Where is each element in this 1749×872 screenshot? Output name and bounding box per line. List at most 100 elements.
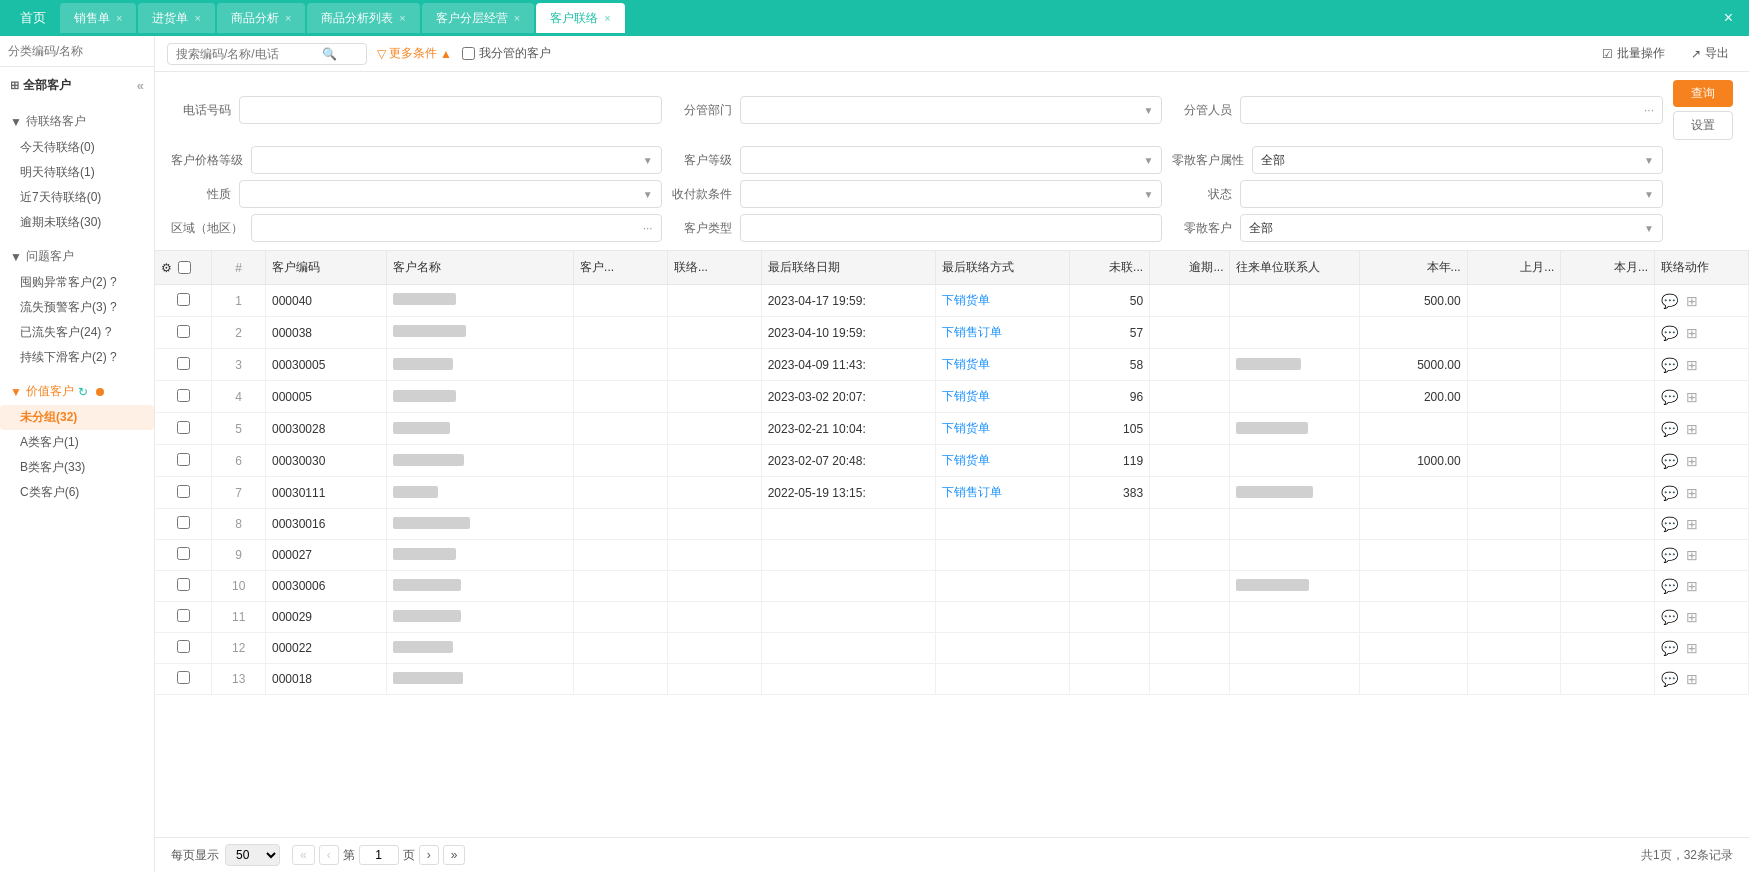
chat-icon[interactable]: 💬	[1661, 640, 1678, 656]
my-customers-check[interactable]	[462, 47, 475, 60]
problem-group-header[interactable]: ▼ 问题客户	[0, 243, 154, 270]
nature-input[interactable]: ▼	[239, 180, 662, 208]
tab-customer-tier-close[interactable]: ×	[514, 12, 520, 24]
sidebar-item-a-class[interactable]: A类客户(1)	[0, 430, 154, 455]
grid-icon[interactable]: ⊞	[1686, 609, 1698, 625]
col-code-header[interactable]: 客户编码	[266, 251, 387, 285]
last-method-link[interactable]: 下销货单	[942, 421, 990, 435]
sidebar-item-ungroup[interactable]: 未分组(32)	[0, 405, 154, 430]
sidebar-item-today[interactable]: 今天待联络(0)	[0, 135, 154, 160]
grid-icon[interactable]: ⊞	[1686, 325, 1698, 341]
row-checkbox[interactable]	[177, 453, 190, 466]
retail-customer-input[interactable]: 全部 ▼	[1240, 214, 1663, 242]
chat-icon[interactable]: 💬	[1661, 421, 1678, 437]
tab-product-analysis-list[interactable]: 商品分析列表 ×	[307, 3, 419, 33]
sidebar-item-lost[interactable]: 已流失客户(24) ?	[0, 320, 154, 345]
chat-icon[interactable]: 💬	[1661, 671, 1678, 687]
tab-sales[interactable]: 销售单 ×	[60, 3, 136, 33]
customer-type-input[interactable]	[740, 214, 1163, 242]
row-checkbox[interactable]	[177, 547, 190, 560]
col-uncontact-header[interactable]: 未联...	[1069, 251, 1149, 285]
col-contact-header[interactable]: 联络...	[667, 251, 761, 285]
refresh-icon[interactable]: ↻	[78, 385, 88, 399]
chat-icon[interactable]: 💬	[1661, 578, 1678, 594]
tab-product-analysis-close[interactable]: ×	[285, 12, 291, 24]
page-number-input[interactable]	[359, 845, 399, 865]
sidebar-item-abnormal[interactable]: 囤购异常客户(2) ?	[0, 270, 154, 295]
filter-search-input[interactable]	[176, 47, 316, 61]
row-checkbox[interactable]	[177, 357, 190, 370]
row-checkbox[interactable]	[177, 640, 190, 653]
row-checkbox[interactable]	[177, 293, 190, 306]
tab-product-analysis[interactable]: 商品分析 ×	[217, 3, 305, 33]
person-input[interactable]: ···	[1240, 96, 1663, 124]
batch-op-btn[interactable]: ☑ 批量操作	[1594, 42, 1673, 65]
tab-product-analysis-list-close[interactable]: ×	[399, 12, 405, 24]
chat-icon[interactable]: 💬	[1661, 547, 1678, 563]
grid-icon[interactable]: ⊞	[1686, 671, 1698, 687]
sidebar-collapse-icon[interactable]: «	[137, 78, 144, 93]
sidebar-item-flow-predict[interactable]: 流失预警客户(3) ?	[0, 295, 154, 320]
tab-sales-close[interactable]: ×	[116, 12, 122, 24]
query-button[interactable]: 查询	[1673, 80, 1733, 107]
last-method-link[interactable]: 下销货单	[942, 293, 990, 307]
first-page-btn[interactable]: «	[292, 845, 315, 865]
chat-icon[interactable]: 💬	[1661, 325, 1678, 341]
row-checkbox[interactable]	[177, 578, 190, 591]
window-close-button[interactable]: ×	[1716, 9, 1741, 27]
last-method-link[interactable]: 下销货单	[942, 453, 990, 467]
grid-icon[interactable]: ⊞	[1686, 640, 1698, 656]
sidebar-item-7days[interactable]: 近7天待联络(0)	[0, 185, 154, 210]
row-checkbox[interactable]	[177, 609, 190, 622]
sidebar-item-holding[interactable]: 持续下滑客户(2) ?	[0, 345, 154, 370]
payment-input[interactable]: ▼	[740, 180, 1163, 208]
all-customers-header[interactable]: ⊞ 全部客户 «	[0, 71, 154, 100]
grid-icon[interactable]: ⊞	[1686, 578, 1698, 594]
row-checkbox[interactable]	[177, 516, 190, 529]
grid-icon[interactable]: ⊞	[1686, 389, 1698, 405]
sidebar-search-input[interactable]	[8, 44, 155, 58]
chat-icon[interactable]: 💬	[1661, 609, 1678, 625]
export-btn[interactable]: ↗ 导出	[1683, 42, 1737, 65]
col-settings-header[interactable]: ⚙	[155, 251, 212, 285]
retail-attr-input[interactable]: 全部 ▼	[1252, 146, 1663, 174]
home-tab[interactable]: 首页	[8, 3, 58, 33]
last-method-link[interactable]: 下销货单	[942, 389, 990, 403]
row-checkbox[interactable]	[177, 325, 190, 338]
col-last-method-header[interactable]: 最后联络方式	[935, 251, 1069, 285]
grid-icon[interactable]: ⊞	[1686, 453, 1698, 469]
value-group-header[interactable]: ▼ 价值客户 ↻	[0, 378, 154, 405]
sidebar-item-tomorrow[interactable]: 明天待联络(1)	[0, 160, 154, 185]
price-level-input[interactable]: ▼	[251, 146, 662, 174]
more-conditions-btn[interactable]: ▽ 更多条件 ▲	[377, 45, 452, 62]
chat-icon[interactable]: 💬	[1661, 389, 1678, 405]
row-checkbox[interactable]	[177, 671, 190, 684]
filter-search-icon[interactable]: 🔍	[322, 47, 337, 61]
customer-level-input[interactable]: ▼	[740, 146, 1163, 174]
prev-page-btn[interactable]: ‹	[319, 845, 339, 865]
col-partner-header[interactable]: 往来单位联系人	[1230, 251, 1360, 285]
col-lastmonth-header[interactable]: 上月...	[1467, 251, 1561, 285]
tab-customer-contact[interactable]: 客户联络 ×	[536, 3, 624, 33]
next-page-btn[interactable]: ›	[419, 845, 439, 865]
grid-icon[interactable]: ⊞	[1686, 547, 1698, 563]
row-checkbox[interactable]	[177, 389, 190, 402]
last-method-link[interactable]: 下销售订单	[942, 485, 1002, 499]
tab-purchase-close[interactable]: ×	[194, 12, 200, 24]
sidebar-item-overdue[interactable]: 逾期未联络(30)	[0, 210, 154, 235]
grid-icon[interactable]: ⊞	[1686, 421, 1698, 437]
tab-customer-tier[interactable]: 客户分层经营 ×	[422, 3, 534, 33]
col-name-header[interactable]: 客户名称	[386, 251, 574, 285]
status-input[interactable]: ▼	[1240, 180, 1663, 208]
chat-icon[interactable]: 💬	[1661, 453, 1678, 469]
grid-icon[interactable]: ⊞	[1686, 293, 1698, 309]
region-input[interactable]: ···	[251, 214, 662, 242]
select-all-checkbox[interactable]	[178, 261, 191, 274]
pending-group-header[interactable]: ▼ 待联络客户	[0, 108, 154, 135]
chat-icon[interactable]: 💬	[1661, 485, 1678, 501]
chat-icon[interactable]: 💬	[1661, 293, 1678, 309]
last-method-link[interactable]: 下销货单	[942, 357, 990, 371]
col-thismonth-header[interactable]: 本月...	[1561, 251, 1655, 285]
tab-customer-contact-close[interactable]: ×	[604, 12, 610, 24]
sidebar-item-c-class[interactable]: C类客户(6)	[0, 480, 154, 505]
